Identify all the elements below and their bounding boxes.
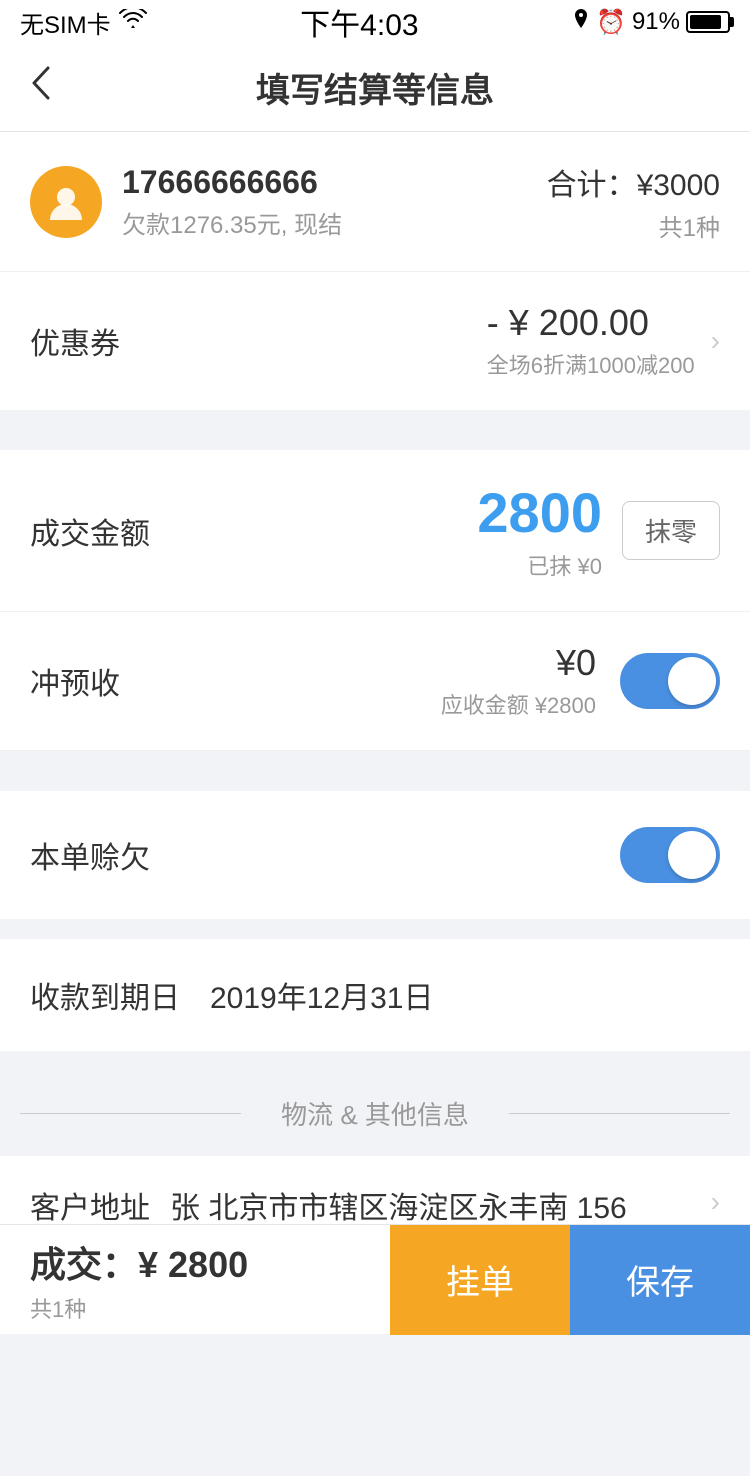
coupon-right: - ¥ 200.00 全场6折满1000减200 › [487,302,720,380]
total-value: ¥3000 [637,169,720,202]
pre-collect-right: ¥0 应收金额 ¥2800 [441,642,720,720]
bottom-count: 共1种 [30,1292,360,1324]
deal-amount-sub: 已抹 ¥0 [477,549,602,581]
coupon-label: 优惠券 [30,319,120,363]
back-button[interactable] [28,64,52,111]
logistics-text: 物流 & 其他信息 [281,1095,469,1132]
pre-collect-amount: ¥0 [441,642,596,684]
battery-percent: 91% [632,8,680,36]
bottom-deal-row: 成交：¥ 2800 [30,1236,360,1288]
round-zero-button[interactable]: 抹零 [622,501,720,560]
debt-toggle-knob [668,831,716,879]
bottom-summary: 成交：¥ 2800 共1种 [0,1236,390,1324]
nav-bar: 填写结算等信息 [0,44,750,132]
logistics-line-right [509,1113,730,1114]
total-label: 合计： [547,169,637,202]
status-right: ⏰ 91% [572,8,730,37]
wifi-icon [119,8,147,36]
toggle-knob [668,657,716,705]
deal-right: 2800 已抹 ¥0 抹零 [477,480,720,581]
status-bar: 无SIM卡 下午4:03 ⏰ 91% [0,0,750,44]
coupon-row[interactable]: 优惠券 - ¥ 200.00 全场6折满1000减200 › [0,271,750,410]
debt-row: 本单赊欠 [0,791,750,919]
customer-phone: 17666666666 [122,164,342,201]
deal-amount-info: 2800 已抹 ¥0 [477,480,602,581]
due-date-row: 收款到期日 2019年12月31日 [0,939,750,1051]
deal-label: 成交金额 [30,509,150,553]
customer-card: 17666666666 欠款1276.35元, 现结 合计：¥3000 共1种 … [0,132,750,410]
save-button[interactable]: 保存 [570,1225,750,1335]
debt-toggle[interactable] [620,827,720,883]
customer-right: 合计：¥3000 共1种 [547,160,720,243]
debt-card: 本单赊欠 [0,791,750,919]
status-left: 无SIM卡 [20,5,147,40]
coupon-discount: - ¥ 200.00 [487,302,695,344]
battery-icon [686,11,730,33]
total-count: 共1种 [547,208,720,243]
deal-amount-row: 成交金额 2800 已抹 ¥0 抹零 [0,450,750,612]
section-divider-1 [0,430,750,450]
battery-fill [690,15,721,29]
coupon-desc: 全场6折满1000减200 [487,348,695,380]
customer-info: 17666666666 欠款1276.35元, 现结 [122,164,342,240]
address-chevron-icon: › [711,1186,720,1218]
deal-amount-value: 2800 [477,480,602,545]
customer-row: 17666666666 欠款1276.35元, 现结 合计：¥3000 共1种 [0,132,750,271]
deal-card: 成交金额 2800 已抹 ¥0 抹零 冲预收 ¥0 应收金额 ¥2800 [0,450,750,751]
pre-collect-row: 冲预收 ¥0 应收金额 ¥2800 [0,612,750,751]
location-icon [572,8,590,37]
due-date-value: 2019年12月31日 [210,973,433,1017]
page-title: 填写结算等信息 [256,63,494,112]
customer-sub: 欠款1276.35元, 现结 [122,205,342,240]
logistics-line-left [20,1113,241,1114]
pre-collect-toggle[interactable] [620,653,720,709]
hang-button[interactable]: 挂单 [390,1225,570,1335]
bottom-deal-amount: ¥ 2800 [138,1244,248,1285]
due-date-label: 收款到期日 [30,973,180,1017]
coupon-info: - ¥ 200.00 全场6折满1000减200 [487,302,695,380]
status-time: 下午4:03 [300,0,418,44]
pre-collect-info: ¥0 应收金额 ¥2800 [441,642,596,720]
customer-left: 17666666666 欠款1276.35元, 现结 [30,164,342,240]
total-amount: 合计：¥3000 [547,160,720,204]
debt-label: 本单赊欠 [30,833,150,877]
carrier-text: 无SIM卡 [20,5,111,40]
chevron-right-icon: › [711,325,720,357]
section-divider-2 [0,771,750,791]
due-date-section: 收款到期日 2019年12月31日 [0,939,750,1051]
bottom-bar: 成交：¥ 2800 共1种 挂单 保存 [0,1224,750,1334]
logistics-header: 物流 & 其他信息 [0,1071,750,1156]
alarm-icon: ⏰ [596,8,626,37]
section-divider-3 [0,1051,750,1071]
avatar [30,166,102,238]
bottom-deal-label: 成交： [30,1244,138,1285]
pre-collect-sub: 应收金额 ¥2800 [441,688,596,720]
pre-collect-label: 冲预收 [30,659,120,703]
